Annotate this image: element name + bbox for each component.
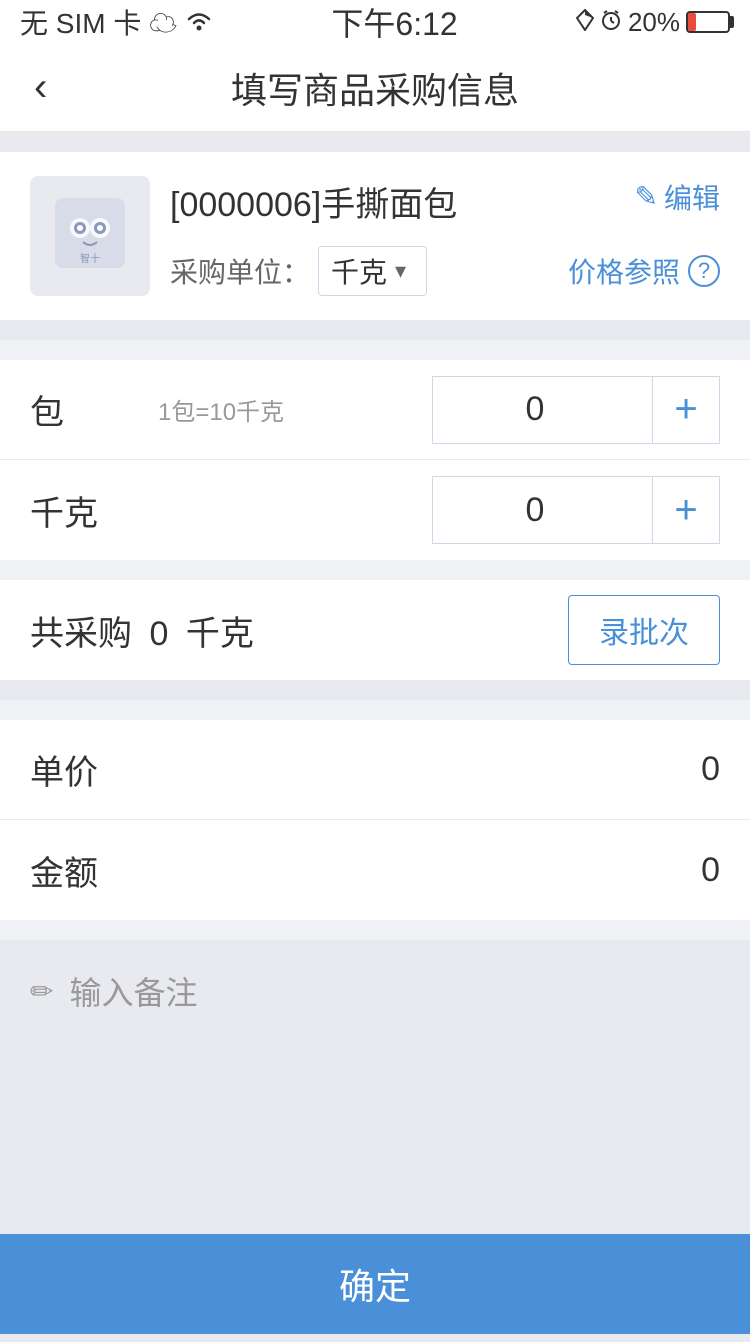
unit-value: 千克	[331, 251, 387, 291]
input-section: 包 1包=10千克 + 千克 +	[0, 360, 750, 560]
wifi-icon	[185, 6, 213, 38]
product-logo: 智十	[55, 198, 125, 275]
remark-placeholder: 输入备注	[69, 968, 197, 1014]
kilogram-plus-button[interactable]: +	[652, 476, 720, 544]
nav-bar: ‹ 填写商品采购信息	[0, 44, 750, 132]
edit-icon: ✎	[635, 180, 658, 213]
pencil-icon: ✏	[30, 975, 53, 1008]
question-icon: ?	[688, 255, 720, 287]
kilogram-input[interactable]	[432, 476, 652, 544]
status-right: 20%	[576, 7, 730, 38]
price-ref-label: 价格参照	[568, 251, 680, 291]
unit-price-row: 单价 0	[0, 720, 750, 820]
bao-input-row: 包 1包=10千克 +	[0, 360, 750, 460]
status-time: 下午6:12	[331, 0, 457, 45]
location-icon	[576, 7, 594, 38]
total-unit: 千克	[186, 615, 254, 653]
bao-sublabel: 1包=10千克	[158, 392, 284, 427]
price-section: 单价 0 金额 0	[0, 720, 750, 920]
bao-input[interactable]	[432, 376, 652, 444]
top-divider	[0, 132, 750, 152]
confirm-button[interactable]: 确定	[0, 1234, 750, 1334]
unit-price-value: 0	[701, 750, 720, 789]
product-image: 智十	[30, 176, 150, 296]
page-title: 填写商品采购信息	[231, 62, 519, 114]
unit-price-label: 单价	[30, 745, 98, 794]
kilogram-input-wrapper: +	[432, 476, 720, 544]
kilogram-input-row: 千克 +	[0, 460, 750, 560]
back-button[interactable]: ‹	[24, 55, 57, 120]
product-bottom-row: 采购单位： 千克 ▾ 价格参照 ?	[170, 246, 720, 296]
confirm-button-wrap: 确定	[0, 1234, 750, 1334]
total-label: 共采购	[30, 615, 132, 653]
product-top-row: [0000006]手撕面包 ✎ 编辑	[170, 177, 720, 226]
remark-section[interactable]: ✏ 输入备注	[0, 940, 750, 1042]
chevron-down-icon: ▾	[395, 258, 406, 284]
battery-percent: 20%	[628, 7, 680, 38]
mid-divider-2	[0, 680, 750, 700]
total-row: 共采购 0 千克 录批次	[0, 580, 750, 680]
amount-value: 0	[701, 851, 720, 890]
status-left: 无 SIM 卡 ☁	[20, 2, 213, 42]
unit-row: 采购单位： 千克 ▾	[170, 246, 427, 296]
edit-label: 编辑	[664, 177, 720, 217]
mid-divider-1	[0, 320, 750, 340]
unit-select[interactable]: 千克 ▾	[318, 246, 427, 296]
amount-row: 金额 0	[0, 820, 750, 920]
total-value: 0	[149, 615, 168, 653]
product-info: [0000006]手撕面包 ✎ 编辑 采购单位： 千克 ▾ 价格参照 ?	[170, 177, 720, 296]
bao-plus-button[interactable]: +	[652, 376, 720, 444]
price-ref-button[interactable]: 价格参照 ?	[568, 251, 720, 291]
battery-icon	[686, 11, 730, 33]
amount-label: 金额	[30, 846, 98, 895]
no-sim-label: 无 SIM 卡 ☁	[20, 2, 177, 42]
total-text: 共采购 0 千克	[30, 606, 254, 655]
status-bar: 无 SIM 卡 ☁ 下午6:12 20%	[0, 0, 750, 44]
alarm-icon	[600, 7, 622, 38]
kilogram-label: 千克	[30, 486, 150, 535]
svg-text:智十: 智十	[80, 252, 100, 265]
bao-label: 包	[30, 385, 150, 434]
edit-button[interactable]: ✎ 编辑	[635, 177, 720, 217]
unit-label: 采购单位：	[170, 251, 310, 291]
product-card: 智十 [0000006]手撕面包 ✎ 编辑 采购单位： 千克 ▾ 价格参照 ?	[0, 152, 750, 320]
bao-input-wrapper: +	[432, 376, 720, 444]
batch-button[interactable]: 录批次	[568, 595, 720, 665]
product-name: [0000006]手撕面包	[170, 177, 457, 226]
